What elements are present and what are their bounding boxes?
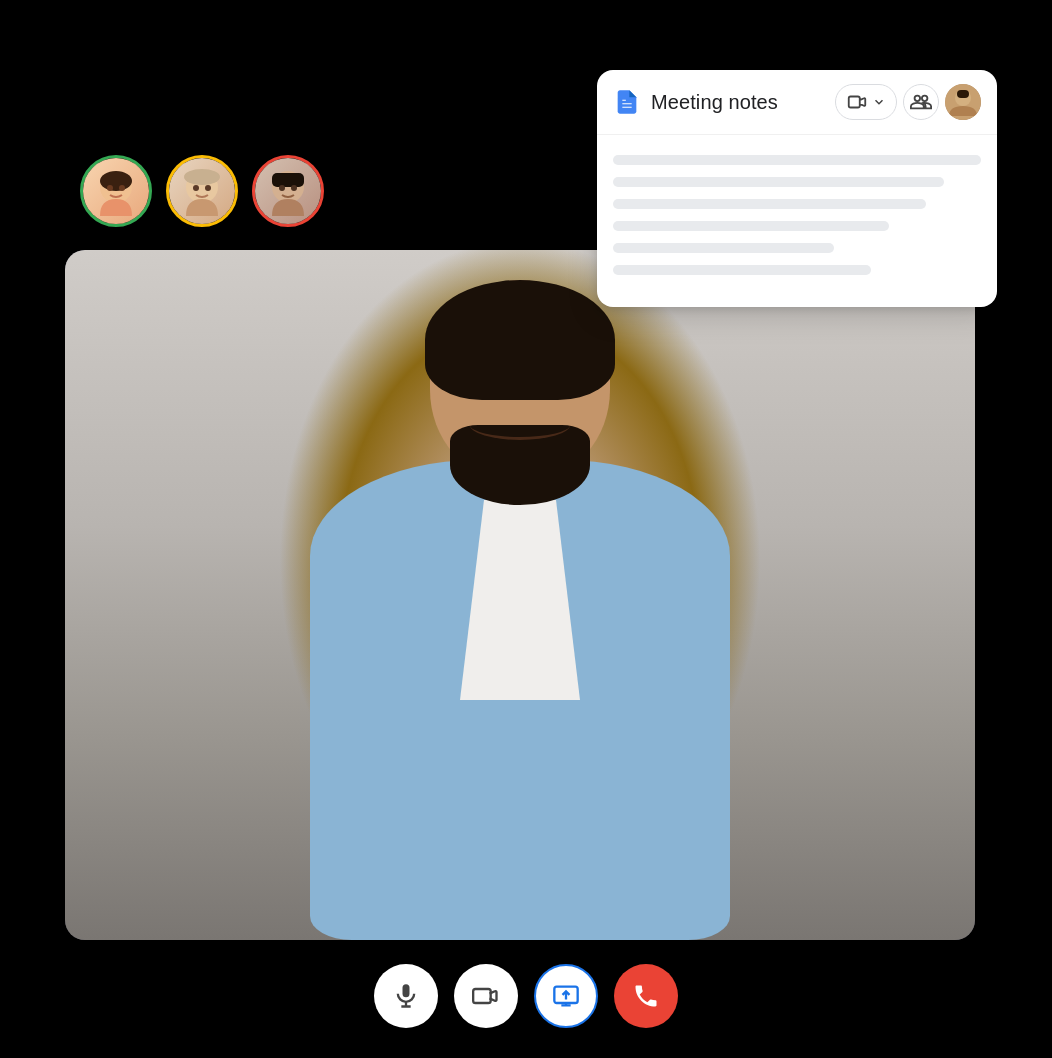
- content-line-6: [613, 265, 871, 275]
- user-avatar-panel[interactable]: [945, 84, 981, 120]
- panel-content: [597, 135, 997, 307]
- participant-avatar-1[interactable]: [80, 155, 152, 227]
- avatar-face-3: [255, 158, 321, 224]
- camera-icon: [472, 982, 500, 1010]
- svg-rect-9: [272, 173, 304, 187]
- svg-point-6: [193, 185, 199, 191]
- mic-icon: [392, 982, 420, 1010]
- participant-avatar-3[interactable]: [252, 155, 324, 227]
- video-background: [65, 250, 975, 940]
- end-call-button[interactable]: [614, 964, 678, 1028]
- svg-point-1: [100, 171, 132, 191]
- end-call-icon: [632, 982, 660, 1010]
- panel-actions: [835, 84, 981, 120]
- svg-point-3: [119, 185, 125, 191]
- present-icon: [552, 982, 580, 1010]
- svg-point-11: [291, 185, 297, 191]
- present-button[interactable]: [534, 964, 598, 1028]
- panel-title: Meeting notes: [651, 91, 825, 114]
- add-person-icon: [910, 91, 932, 113]
- content-line-3: [613, 199, 926, 209]
- participants-row: [80, 155, 324, 227]
- svg-point-2: [107, 185, 113, 191]
- svg-point-7: [205, 185, 211, 191]
- content-line-4: [613, 221, 889, 231]
- meeting-notes-panel: Meeting notes: [597, 70, 997, 307]
- participant-avatar-2[interactable]: [166, 155, 238, 227]
- content-line-1: [613, 155, 981, 165]
- video-call-button[interactable]: [835, 84, 897, 120]
- panel-header: Meeting notes: [597, 70, 997, 135]
- person-head: [430, 280, 610, 480]
- svg-rect-14: [957, 90, 969, 98]
- avatar-face-2: [169, 158, 235, 224]
- speaker-video: [220, 260, 820, 940]
- video-frame: [65, 250, 975, 940]
- svg-rect-15: [403, 984, 410, 997]
- content-line-5: [613, 243, 834, 253]
- scene: Meeting notes: [0, 0, 1052, 1058]
- microphone-button[interactable]: [374, 964, 438, 1028]
- svg-rect-16: [473, 989, 491, 1003]
- docs-icon: [613, 88, 641, 116]
- add-person-button[interactable]: [903, 84, 939, 120]
- person-hair: [425, 280, 615, 400]
- avatar-face-1: [83, 158, 149, 224]
- video-icon: [846, 91, 868, 113]
- chevron-down-icon: [872, 95, 886, 109]
- person-face-detail: [470, 410, 570, 440]
- camera-button[interactable]: [454, 964, 518, 1028]
- user-avatar-image: [945, 84, 981, 120]
- svg-point-5: [184, 169, 220, 185]
- content-line-2: [613, 177, 944, 187]
- svg-point-10: [279, 185, 285, 191]
- control-bar: [374, 964, 678, 1028]
